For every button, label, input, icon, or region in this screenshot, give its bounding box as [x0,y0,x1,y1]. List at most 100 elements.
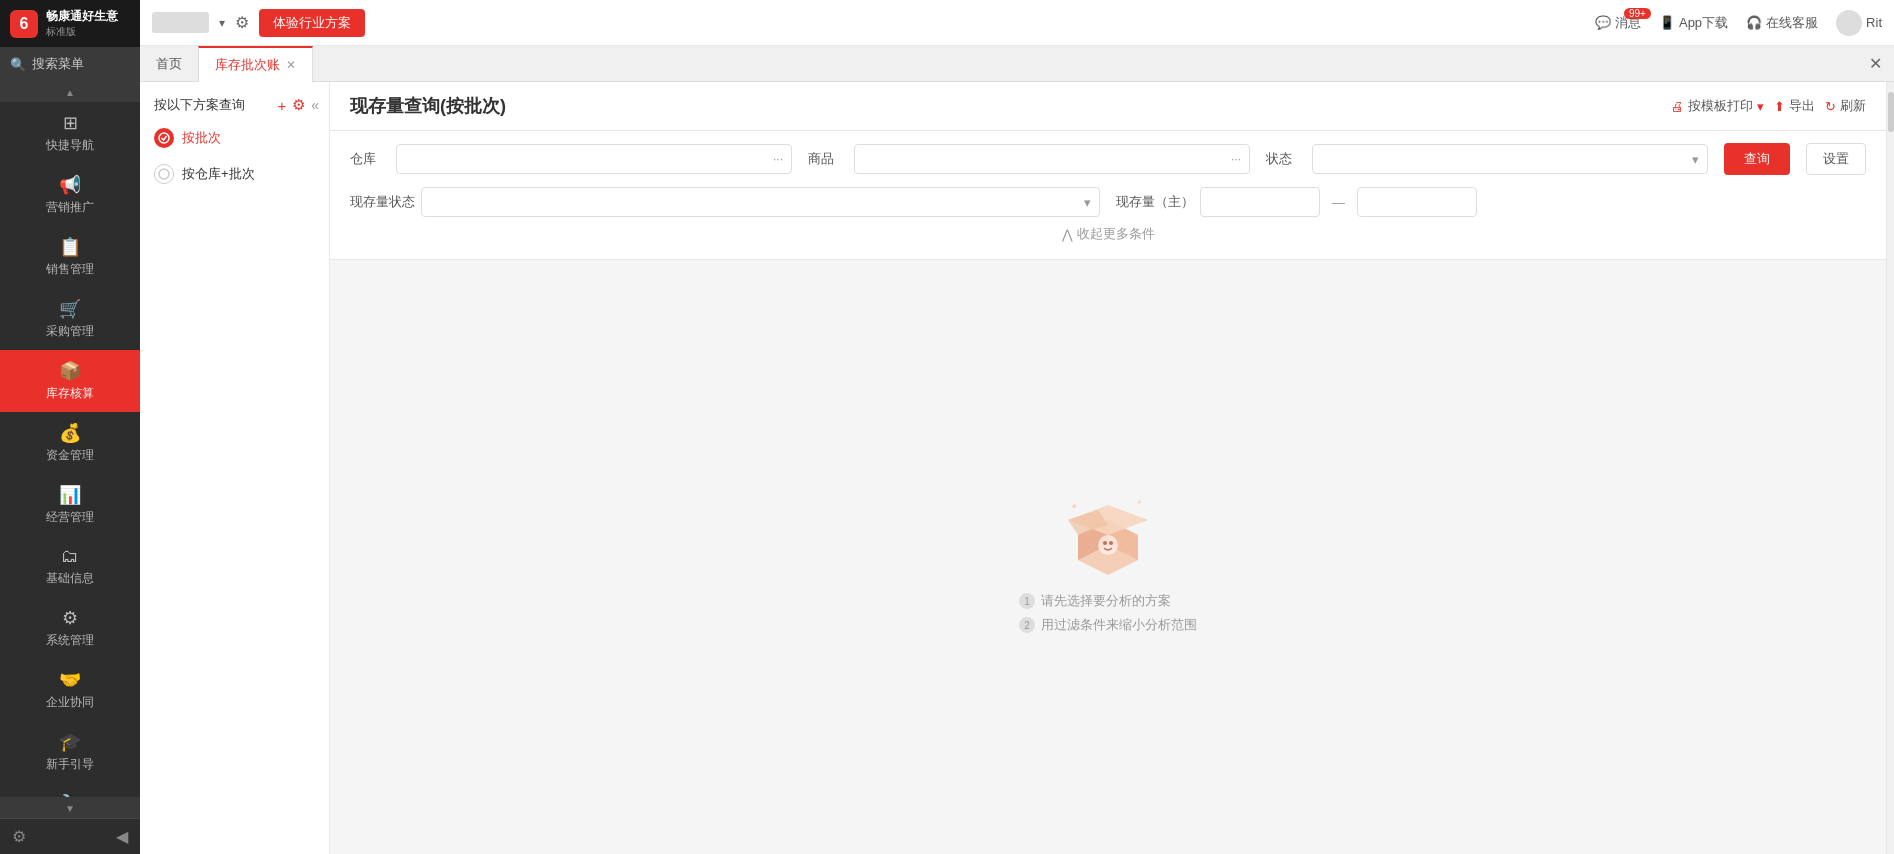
export-label: 导出 [1789,97,1815,115]
plan-warehouse-batch-label: 按仓库+批次 [182,165,255,183]
sidebar-item-finance[interactable]: 💰 资金管理 [0,412,140,474]
filter-collapse[interactable]: ⋀ 收起更多条件 [350,221,1866,247]
tabs-close-all[interactable]: ✕ [1857,54,1894,73]
inventory-qty-from[interactable] [1200,187,1320,217]
refresh-icon: ↻ [1825,99,1836,114]
sidebar-item-enterprise[interactable]: 🤝 企业协同 [0,659,140,721]
query-button[interactable]: 查询 [1724,143,1790,175]
goods-filter-group: 商品 ··· [808,144,1250,174]
purchase-icon: 🛒 [59,298,81,320]
svg-point-1 [159,169,169,179]
breadcrumb [152,12,209,33]
inventory-status-label: 现存量状态 [350,193,415,211]
goods-input[interactable]: ··· [854,144,1250,174]
empty-state: ✦ ✦ 1 请先选择要分析的方案 2 用过滤条件来缩小分析范围 [1019,480,1197,634]
search-menu[interactable]: 🔍 搜索菜单 [0,47,140,81]
goods-more-icon[interactable]: ··· [1231,152,1241,166]
sidebar-item-label: 采购管理 [46,323,94,340]
svg-text:✦: ✦ [1136,498,1143,507]
scroll-down-icon: ▼ [65,803,75,814]
inv-status-dropdown-icon: ▾ [1084,195,1091,210]
app-logo: 6 [10,10,38,38]
export-action[interactable]: ⬆ 导出 [1774,97,1815,115]
app-version: 标准版 [46,25,118,39]
newbie-icon: 🎓 [59,731,81,753]
topbar-right: 💬 消息 99+ 📱 App下载 🎧 在线客服 Rit [1595,10,1882,36]
export-icon: ⬆ [1774,99,1785,114]
messages-item[interactable]: 💬 消息 99+ [1595,14,1641,32]
sidebar-item-inventory[interactable]: 📦 库存核算 [0,350,140,412]
footer-collapse-icon[interactable]: ◀ [116,827,128,846]
message-icon: 💬 [1595,15,1611,30]
sidebar-item-apps[interactable]: 🔧 应用中心 [0,783,140,797]
inventory-status-select[interactable]: ▾ [421,187,1100,217]
online-support-item[interactable]: 🎧 在线客服 [1746,14,1818,32]
add-plan-icon[interactable]: + [277,97,286,114]
nav-scroll-up[interactable]: ▲ [0,81,140,102]
warehouse-filter-group: 仓库 ··· [350,144,792,174]
system-icon: ⚙ [62,607,78,629]
sales-icon: 📋 [59,236,81,258]
collapse-up-icon: ⋀ [1062,227,1073,242]
plan-item-warehouse-batch[interactable]: 按仓库+批次 [140,156,329,192]
sidebar-item-label: 基础信息 [46,570,94,587]
status-filter-group: 状态 ▾ [1266,144,1708,174]
topbar: ▾ ⚙ 体验行业方案 💬 消息 99+ 📱 App下载 🎧 在线客服 Rit [140,0,1894,46]
sidebar-item-marketing[interactable]: 📢 营销推广 [0,164,140,226]
scrollbar-thumb[interactable] [1888,92,1894,132]
warehouse-label: 仓库 [350,150,390,168]
sidebar-item-newbie[interactable]: 🎓 新手引导 [0,721,140,783]
app-title-block: 畅康通好生意 标准版 [46,8,118,39]
close-all-icon: ✕ [1869,55,1882,72]
plan-item-batch[interactable]: 按批次 [140,120,329,156]
refresh-action[interactable]: ↻ 刷新 [1825,97,1866,115]
tab-home[interactable]: 首页 [140,46,198,82]
inventory-status-filter-group: 现存量状态 ▾ [350,187,1100,217]
svg-point-7 [1098,535,1118,555]
filter-row-2: 现存量状态 ▾ 现存量（主） — [350,187,1866,217]
status-dropdown-icon: ▾ [1692,152,1699,167]
tip-row-2: 2 用过滤条件来缩小分析范围 [1019,616,1197,634]
filter-area: 仓库 ··· 商品 ··· 状态 [330,131,1886,260]
svg-point-8 [1103,541,1107,545]
inventory-icon: 📦 [59,360,81,382]
inventory-qty-filter-group: 现存量（主） — [1116,187,1866,217]
topbar-dropdown-icon[interactable]: ▾ [219,16,225,30]
tip-text-1: 请先选择要分析的方案 [1041,592,1171,610]
sidebar-item-basic[interactable]: 🗂 基础信息 [0,536,140,597]
industry-btn[interactable]: 体验行业方案 [259,9,365,37]
topbar-settings-icon[interactable]: ⚙ [235,13,249,32]
settings-plan-icon[interactable]: ⚙ [292,96,305,114]
tip-text-2: 用过滤条件来缩小分析范围 [1041,616,1197,634]
inventory-qty-to[interactable] [1357,187,1477,217]
user-item[interactable]: Rit [1836,10,1882,36]
right-content: 现存量查询(按批次) 🖨 按模板打印 ▾ ⬆ 导出 ↻ 刷新 [330,82,1886,854]
nav-scroll-down[interactable]: ▼ [0,797,140,818]
warehouse-more-icon[interactable]: ··· [773,152,783,166]
status-select[interactable]: ▾ [1312,144,1708,174]
sidebar-item-operation[interactable]: 📊 经营管理 [0,474,140,536]
warehouse-input[interactable]: ··· [396,144,792,174]
sidebar-item-sales[interactable]: 📋 销售管理 [0,226,140,288]
collapse-panel-icon[interactable]: « [311,97,319,113]
search-icon: 🔍 [10,57,26,72]
app-download-item[interactable]: 📱 App下载 [1659,14,1728,32]
headset-icon: 🎧 [1746,15,1762,30]
sidebar-item-quick-nav[interactable]: ⊞ 快捷导航 [0,102,140,164]
sidebar-item-system[interactable]: ⚙ 系统管理 [0,597,140,659]
plan-active-icon [154,128,174,148]
tab-inventory-batch[interactable]: 库存批次账 ✕ [198,46,313,82]
online-support-label: 在线客服 [1766,14,1818,32]
settings-button[interactable]: 设置 [1806,143,1866,175]
status-label: 状态 [1266,150,1306,168]
right-scrollbar[interactable] [1886,82,1894,854]
footer-settings-icon[interactable]: ⚙ [12,827,26,846]
svg-point-0 [159,133,169,143]
sidebar-item-label: 新手引导 [46,756,94,773]
print-action[interactable]: 🖨 按模板打印 ▾ [1671,97,1764,115]
page-header-actions: 🖨 按模板打印 ▾ ⬆ 导出 ↻ 刷新 [1671,97,1866,115]
app-download-label: App下载 [1679,14,1728,32]
sidebar-item-purchase[interactable]: 🛒 采购管理 [0,288,140,350]
download-icon: 📱 [1659,15,1675,30]
tab-close-icon[interactable]: ✕ [286,47,296,83]
